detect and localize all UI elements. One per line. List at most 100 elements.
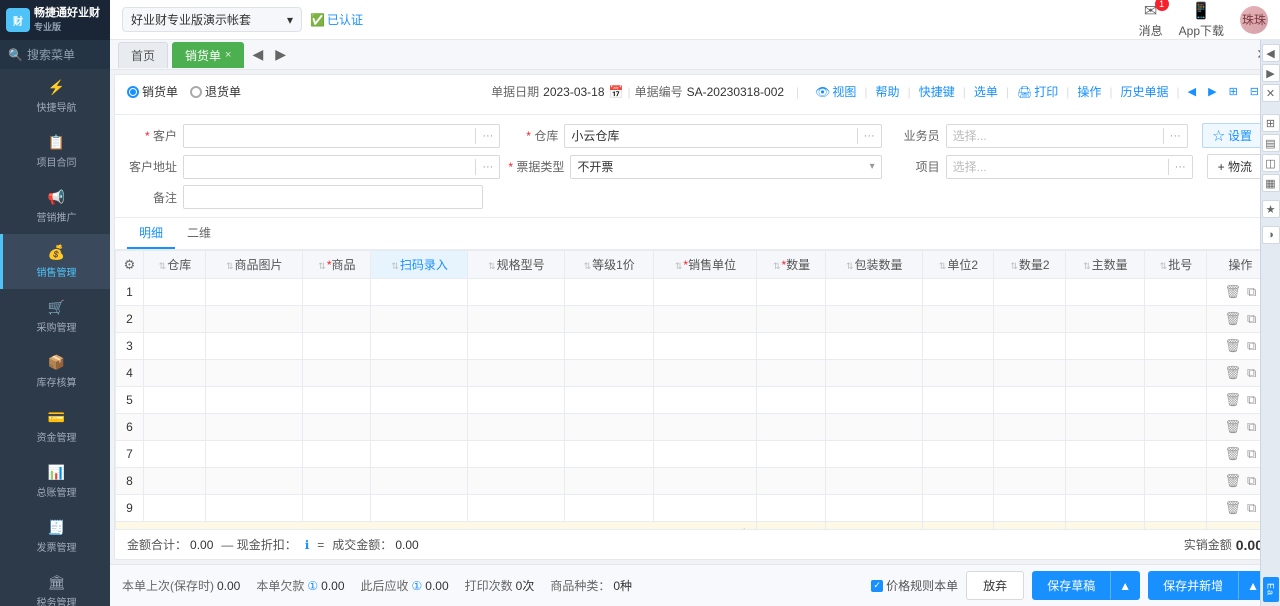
add-btn[interactable]: + 物流 bbox=[1207, 154, 1263, 179]
salesperson-input[interactable]: 选择... ··· bbox=[946, 124, 1188, 148]
row-delete-btn[interactable]: 🗑 bbox=[1222, 445, 1245, 463]
row-delete-btn[interactable]: 🗑 bbox=[1222, 337, 1245, 355]
row-delete-btn[interactable]: 🗑 bbox=[1222, 418, 1245, 436]
tab-sale-order[interactable]: 销货单 × bbox=[172, 42, 244, 68]
row-copy-btn[interactable]: ⧉ bbox=[1244, 445, 1259, 463]
warehouse-input[interactable]: 小云仓库 ··· bbox=[564, 124, 881, 148]
rf-close-btn[interactable]: ✕ bbox=[1262, 84, 1280, 102]
tab-prev-btn[interactable]: ◀ bbox=[248, 44, 267, 65]
row-delete-btn[interactable]: 🗑 bbox=[1222, 391, 1245, 409]
rf-half-btn[interactable]: ◑ bbox=[1262, 226, 1280, 244]
project-input[interactable]: 选择... ··· bbox=[946, 155, 1193, 179]
invoice-select[interactable]: 不开票 ▾ bbox=[570, 155, 881, 179]
user-avatar[interactable]: 珠珠 bbox=[1240, 6, 1268, 34]
rf-col-btn[interactable]: ◫ bbox=[1262, 154, 1280, 172]
table-row[interactable]: 6🗑⧉ bbox=[116, 414, 1275, 441]
row-copy-btn[interactable]: ⧉ bbox=[1244, 418, 1259, 436]
print-btn[interactable]: 🖨打印 bbox=[1013, 81, 1062, 102]
customer-text-input[interactable] bbox=[184, 126, 475, 146]
price-rule-checkbox[interactable]: ✓ 价格规则本单 bbox=[871, 577, 958, 594]
prev-record-btn[interactable]: ◀ bbox=[1184, 83, 1200, 100]
message-btn[interactable]: ✉ 1 消息 bbox=[1139, 1, 1163, 39]
row-delete-btn[interactable]: 🗑 bbox=[1222, 310, 1245, 328]
sidebar-item-project[interactable]: 📋 项目合同 bbox=[0, 124, 110, 179]
row-copy-btn[interactable]: ⧉ bbox=[1244, 364, 1259, 382]
col-sort-icon13[interactable]: ⇅ bbox=[1160, 261, 1168, 271]
customer-lookup-btn[interactable]: ··· bbox=[475, 128, 499, 144]
row-copy-btn[interactable]: ⧉ bbox=[1244, 310, 1259, 328]
receivable-info-icon[interactable]: ① bbox=[412, 579, 423, 593]
remark-input[interactable] bbox=[183, 185, 483, 209]
col-sort-icon7[interactable]: ⇅ bbox=[675, 261, 683, 271]
col-sort-icon[interactable]: ⇅ bbox=[159, 261, 167, 271]
calendar-icon[interactable]: 📅 bbox=[609, 85, 624, 99]
row-delete-btn[interactable]: 🗑 bbox=[1222, 472, 1245, 490]
save-new-btn[interactable]: 保存并新增 bbox=[1148, 571, 1238, 600]
salesperson-lookup-btn[interactable]: ··· bbox=[1163, 128, 1187, 144]
tab-next-btn[interactable]: ▶ bbox=[271, 44, 290, 65]
list-view-btn[interactable]: ⊞ bbox=[1225, 83, 1242, 100]
table-row[interactable]: 3🗑⧉ bbox=[116, 333, 1275, 360]
address-input[interactable]: ··· bbox=[183, 155, 500, 179]
company-selector[interactable]: 好业财专业版演示帐套 ▾ bbox=[122, 7, 302, 32]
row-copy-btn[interactable]: ⧉ bbox=[1244, 283, 1259, 301]
sidebar-item-sales[interactable]: 💰 销售管理 bbox=[0, 234, 110, 289]
sidebar-search[interactable]: 🔍 搜索菜单 bbox=[0, 40, 110, 69]
help-btn[interactable]: 帮助 bbox=[872, 81, 904, 102]
debt-info-icon[interactable]: ① bbox=[307, 579, 318, 593]
col-sort-icon12[interactable]: ⇅ bbox=[1083, 261, 1091, 271]
sidebar-item-marketing[interactable]: 📢 营销推广 bbox=[0, 179, 110, 234]
history-btn[interactable]: 历史单据 bbox=[1116, 81, 1172, 102]
table-row[interactable]: 7🗑⧉ bbox=[116, 441, 1275, 468]
address-text-input[interactable] bbox=[184, 157, 475, 177]
row-copy-btn[interactable]: ⧉ bbox=[1244, 499, 1259, 517]
rf-grid-btn[interactable]: ⊞ bbox=[1262, 114, 1280, 132]
set-btn[interactable]: ☆ 设置 bbox=[1202, 123, 1263, 148]
sidebar-item-purchase[interactable]: 🛒 采购管理 bbox=[0, 289, 110, 344]
tab-home[interactable]: 首页 bbox=[118, 42, 168, 68]
col-sort-icon9[interactable]: ⇅ bbox=[846, 261, 854, 271]
sidebar-item-accounting[interactable]: 📊 总账管理 bbox=[0, 454, 110, 509]
sidebar-item-invoice[interactable]: 🧾 发票管理 bbox=[0, 509, 110, 564]
project-lookup-btn[interactable]: ··· bbox=[1168, 159, 1192, 175]
address-lookup-btn[interactable]: ··· bbox=[475, 159, 499, 175]
rf-star-btn[interactable]: ★ bbox=[1262, 200, 1280, 218]
row-copy-btn[interactable]: ⧉ bbox=[1244, 391, 1259, 409]
sidebar-item-funds[interactable]: 💳 资金管理 bbox=[0, 399, 110, 454]
col-sort-icon10[interactable]: ⇅ bbox=[939, 261, 947, 271]
abandon-btn[interactable]: 放弃 bbox=[966, 571, 1024, 600]
col-sort-icon11[interactable]: ⇅ bbox=[1010, 261, 1018, 271]
row-copy-btn[interactable]: ⧉ bbox=[1244, 337, 1259, 355]
sidebar-item-tax[interactable]: 🏛 税务管理 bbox=[0, 564, 110, 606]
save-draft-arrow-btn[interactable]: ▲ bbox=[1110, 571, 1140, 600]
col-sort-icon4[interactable]: ⇅ bbox=[391, 261, 399, 271]
rf-next-btn[interactable]: ▶ bbox=[1262, 64, 1280, 82]
radio-sale[interactable]: 销货单 bbox=[127, 83, 178, 100]
table-row[interactable]: 5🗑⧉ bbox=[116, 387, 1275, 414]
rf-table-btn[interactable]: ▦ bbox=[1262, 174, 1280, 192]
table-container[interactable]: ⚙ ⇅仓库 ⇅商品图片 ⇅*商品 bbox=[115, 250, 1275, 529]
row-delete-btn[interactable]: 🗑 bbox=[1222, 364, 1245, 382]
col-sort-icon6[interactable]: ⇅ bbox=[584, 261, 592, 271]
rf-list-btn[interactable]: ▤ bbox=[1262, 134, 1280, 152]
table-row[interactable]: 9🗑⧉ bbox=[116, 495, 1275, 522]
warehouse-lookup-btn[interactable]: ··· bbox=[857, 128, 881, 144]
view-btn[interactable]: 👁视图 bbox=[811, 81, 860, 102]
row-copy-btn[interactable]: ⧉ bbox=[1244, 472, 1259, 490]
table-row[interactable]: 4🗑⧉ bbox=[116, 360, 1275, 387]
tab-detail[interactable]: 明细 bbox=[127, 218, 175, 249]
sidebar-item-quick-nav[interactable]: ⚡ 快捷导航 bbox=[0, 69, 110, 124]
row-delete-btn[interactable]: 🗑 bbox=[1222, 499, 1245, 517]
tab-close-icon[interactable]: × bbox=[225, 49, 231, 61]
tab-2d[interactable]: 二维 bbox=[175, 218, 223, 249]
rf-prev-btn[interactable]: ◀ bbox=[1262, 44, 1280, 62]
table-row[interactable]: 8🗑⧉ bbox=[116, 468, 1275, 495]
rf-blue-bar[interactable]: Ea bbox=[1263, 577, 1279, 602]
discount-info-icon[interactable]: ℹ bbox=[305, 538, 310, 552]
customer-input[interactable]: ··· bbox=[183, 124, 500, 148]
next-record-btn[interactable]: ▶ bbox=[1204, 83, 1220, 100]
row-delete-btn[interactable]: 🗑 bbox=[1222, 283, 1245, 301]
col-sort-icon3[interactable]: ⇅ bbox=[318, 261, 326, 271]
shortcut-btn[interactable]: 快捷键 bbox=[915, 81, 959, 102]
save-draft-btn[interactable]: 保存草稿 bbox=[1032, 571, 1110, 600]
